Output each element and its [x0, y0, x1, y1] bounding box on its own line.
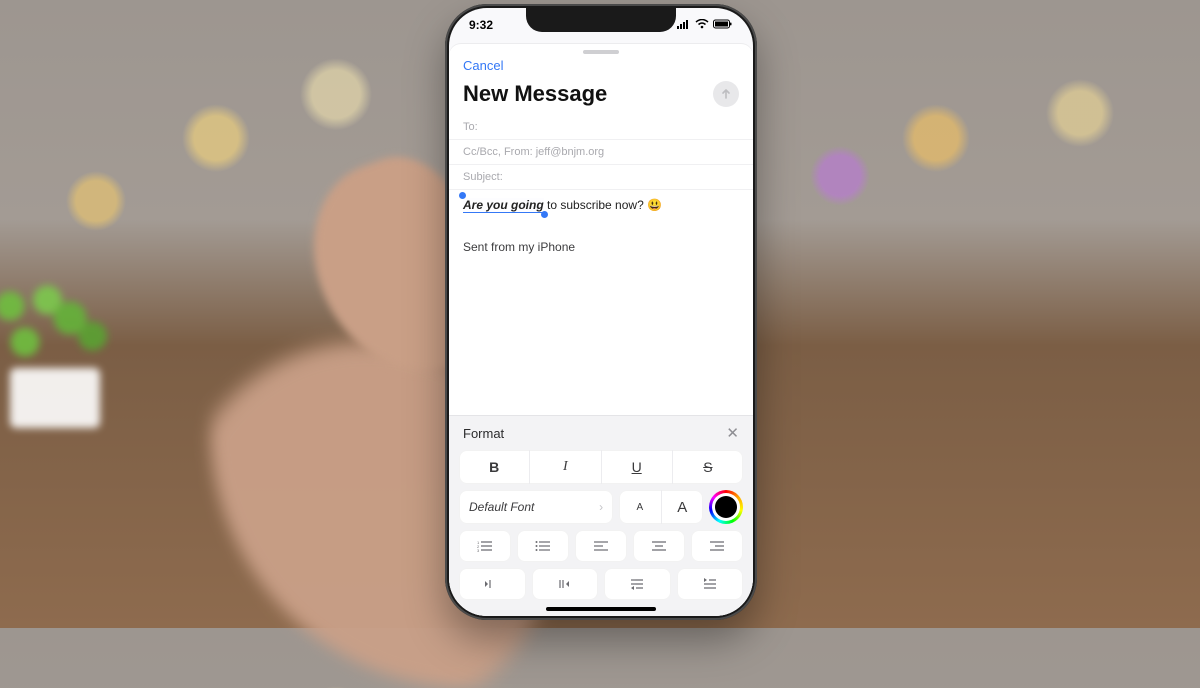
subject-field[interactable]: Subject:: [449, 165, 753, 190]
numbered-list-button[interactable]: 123: [459, 530, 511, 562]
home-indicator[interactable]: [546, 607, 656, 611]
from-email: jeff@bnjm.org: [536, 146, 604, 158]
selected-text[interactable]: Are you going: [463, 198, 544, 212]
quote-rtl-button[interactable]: [677, 568, 744, 600]
chevron-right-icon: ›: [599, 500, 603, 514]
screen: 9:32 Cancel New Message: [449, 8, 753, 616]
align-center-button[interactable]: [633, 530, 685, 562]
svg-text:3: 3: [477, 548, 480, 552]
wifi-icon: [695, 18, 709, 32]
cc-label: Cc/Bcc, From:: [463, 146, 533, 158]
italic-button[interactable]: I: [530, 450, 601, 484]
text-color-button[interactable]: [709, 490, 743, 524]
compose-title: New Message: [463, 81, 607, 107]
font-size-increase-button[interactable]: A: [662, 490, 703, 524]
status-time: 9:32: [469, 18, 493, 32]
battery-icon: [713, 18, 733, 32]
cc-bcc-from-field[interactable]: Cc/Bcc, From: jeff@bnjm.org: [449, 140, 753, 165]
phone-frame: 9:32 Cancel New Message: [445, 4, 757, 620]
font-size-decrease-button[interactable]: A: [619, 490, 661, 524]
background-plant: [0, 248, 150, 428]
align-left-button[interactable]: [575, 530, 627, 562]
sheet-grabber[interactable]: [583, 50, 619, 54]
status-icons: [677, 18, 733, 32]
strikethrough-button[interactable]: S: [673, 450, 743, 484]
close-format-button[interactable]: ✕: [726, 424, 739, 442]
cellular-signal-icon: [677, 18, 691, 32]
bulleted-list-button[interactable]: [517, 530, 569, 562]
to-label: To:: [463, 121, 478, 133]
font-size-segment: A A: [619, 490, 703, 524]
outdent-button[interactable]: [459, 568, 526, 600]
body-text-rest[interactable]: to subscribe now?: [547, 198, 647, 212]
quote-ltr-button[interactable]: [604, 568, 671, 600]
format-title: Format: [463, 426, 504, 441]
font-name-label: Default Font: [469, 500, 534, 514]
message-body[interactable]: Are you going to subscribe now? 😃 Sent f…: [449, 190, 753, 254]
format-panel: Format ✕ B I U S Default Font ›: [449, 415, 753, 616]
to-field[interactable]: To:: [449, 115, 753, 140]
align-right-button[interactable]: [691, 530, 743, 562]
cancel-button[interactable]: Cancel: [463, 58, 503, 73]
compose-sheet: Cancel New Message To: Cc/Bcc, From: jef…: [449, 44, 753, 616]
emoji-smile[interactable]: 😃: [647, 198, 662, 212]
bold-button[interactable]: B: [459, 450, 530, 484]
send-button[interactable]: [713, 81, 739, 107]
underline-button[interactable]: U: [602, 450, 673, 484]
text-style-segment: B I U S: [459, 450, 743, 484]
font-picker-button[interactable]: Default Font ›: [459, 490, 613, 524]
subject-label: Subject:: [463, 171, 503, 183]
signature-text[interactable]: Sent from my iPhone: [463, 240, 739, 254]
status-bar: 9:32: [449, 8, 753, 42]
indent-button[interactable]: [532, 568, 599, 600]
